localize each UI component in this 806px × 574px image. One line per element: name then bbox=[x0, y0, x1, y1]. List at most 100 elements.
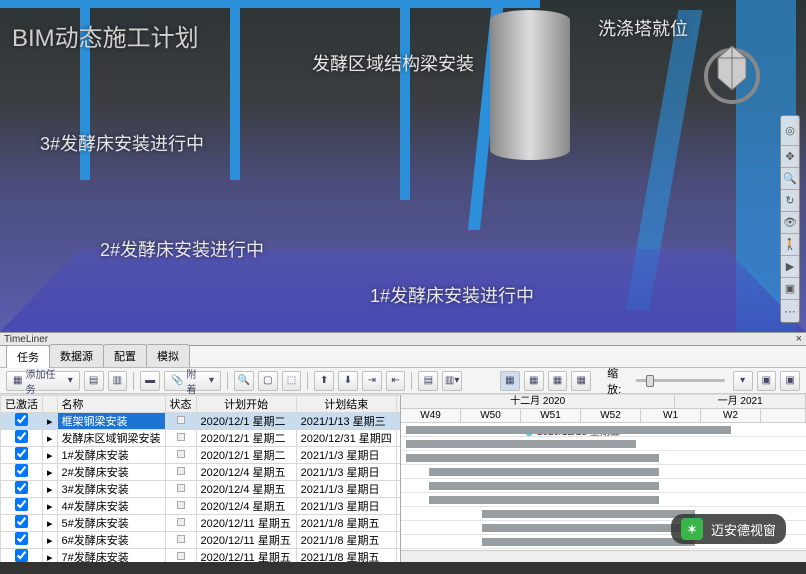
fly-button[interactable]: ▶ bbox=[781, 256, 799, 278]
gantt-week: W51 bbox=[521, 409, 581, 422]
table-row[interactable]: ▸5#发酵床安装2020/12/11 星期五2021/1/8 星期五不适用 bbox=[1, 515, 401, 532]
active-checkbox[interactable] bbox=[15, 430, 28, 443]
table-row[interactable]: ▸框架钢梁安装2020/12/1 星期二2021/1/13 星期三不适用 bbox=[1, 413, 401, 430]
label-bed3: 3#发酵床安装进行中 bbox=[40, 130, 204, 156]
label-bed1: 1#发酵床安装进行中 bbox=[370, 282, 534, 308]
gantt-row bbox=[401, 493, 806, 507]
table-row[interactable]: ▸7#发酵床安装2020/12/11 星期五2021/1/8 星期五不适用 bbox=[1, 549, 401, 563]
gantt-week: W50 bbox=[461, 409, 521, 422]
zoom-button[interactable]: 🔍 bbox=[781, 168, 799, 190]
active-checkbox[interactable] bbox=[15, 464, 28, 477]
export-button[interactable]: ▾ bbox=[733, 371, 753, 391]
active-checkbox[interactable] bbox=[15, 549, 28, 562]
gantt-row bbox=[401, 437, 806, 451]
wechat-icon: ✶ bbox=[681, 518, 703, 540]
task-grid[interactable]: 已激活 名称 状态 计划开始 计划结束 实际 ▸框架钢梁安装2020/12/1 … bbox=[0, 395, 400, 562]
tab-tasks[interactable]: 任务 bbox=[6, 345, 50, 368]
attach-button[interactable]: 📎 附着 ▾ bbox=[164, 371, 221, 391]
outdent-button[interactable]: ⇤ bbox=[386, 371, 406, 391]
gantt-week: W1 bbox=[641, 409, 701, 422]
task-name: 框架钢梁安装 bbox=[57, 413, 165, 430]
task-name: 1#发酵床安装 bbox=[57, 447, 165, 464]
table-row[interactable]: ▸1#发酵床安装2020/12/1 星期二2021/1/3 星期日不适用 bbox=[1, 447, 401, 464]
gantt-actual-button[interactable]: ▦ bbox=[548, 371, 568, 391]
table-row[interactable]: ▸6#发酵床安装2020/12/11 星期五2021/1/8 星期五不适用 bbox=[1, 532, 401, 549]
gantt-week: W52 bbox=[581, 409, 641, 422]
active-checkbox[interactable] bbox=[15, 515, 28, 528]
col-name: 名称 bbox=[57, 396, 165, 413]
steering-wheel-button[interactable]: ◎ bbox=[781, 116, 799, 146]
panel-title: TimeLiner bbox=[4, 334, 48, 345]
walk-button[interactable]: 🚶 bbox=[781, 234, 799, 256]
auto-add-button[interactable]: ▥ bbox=[108, 371, 128, 391]
add-task-button[interactable]: ▦ 添加任务 ▾ bbox=[6, 371, 80, 391]
table-row[interactable]: ▸3#发酵床安装2020/12/4 星期五2021/1/3 星期日不适用 bbox=[1, 481, 401, 498]
gantt-bar[interactable] bbox=[482, 524, 695, 532]
active-checkbox[interactable] bbox=[15, 498, 28, 511]
indent-button[interactable]: ⇥ bbox=[362, 371, 382, 391]
gantt-row bbox=[401, 479, 806, 493]
delete-task-button[interactable]: ▬ bbox=[140, 371, 160, 391]
task-name: 6#发酵床安装 bbox=[57, 532, 165, 549]
active-checkbox[interactable] bbox=[15, 447, 28, 460]
gantt-week: W49 bbox=[401, 409, 461, 422]
filter-button[interactable]: ▤ bbox=[418, 371, 438, 391]
gantt-month: 十二月 2020 bbox=[401, 395, 675, 408]
clear-attach-button[interactable]: ▢ bbox=[258, 371, 278, 391]
table-row[interactable]: ▸2#发酵床安装2020/12/4 星期五2021/1/3 星期日不适用 bbox=[1, 464, 401, 481]
tab-simulate[interactable]: 模拟 bbox=[146, 344, 190, 367]
gantt-month: 一月 2021 bbox=[675, 395, 806, 408]
gantt-both-button[interactable]: ▦ bbox=[571, 371, 591, 391]
gantt-bar[interactable] bbox=[429, 496, 659, 504]
insert-task-button[interactable]: ▤ bbox=[84, 371, 104, 391]
columns-button[interactable]: ▥▾ bbox=[442, 371, 462, 391]
close-icon[interactable]: × bbox=[796, 333, 802, 345]
col-end: 计划结束 bbox=[296, 396, 396, 413]
table-row[interactable]: ▸4#发酵床安装2020/12/4 星期五2021/1/3 星期日不适用 bbox=[1, 498, 401, 515]
import-button[interactable]: ▣ bbox=[757, 371, 777, 391]
gantt-hscroll[interactable] bbox=[401, 550, 806, 562]
nav-tool-strip: ◎ ✥ 🔍 ↻ 👁 🚶 ▶ ▣ ⋯ bbox=[780, 115, 800, 323]
task-name: 发酵床区域钢梁安装 bbox=[57, 430, 165, 447]
move-up-button[interactable]: ⬆ bbox=[314, 371, 334, 391]
task-name: 2#发酵床安装 bbox=[57, 464, 165, 481]
gantt-bar[interactable] bbox=[482, 510, 695, 518]
gantt-show-button[interactable]: ▦ bbox=[500, 371, 520, 391]
task-name: 5#发酵床安装 bbox=[57, 515, 165, 532]
more-button[interactable]: ⋯ bbox=[781, 300, 799, 322]
tab-config[interactable]: 配置 bbox=[103, 344, 147, 367]
gantt-bar[interactable] bbox=[429, 468, 659, 476]
task-name: 7#发酵床安装 bbox=[57, 549, 165, 563]
pan-button[interactable]: ✥ bbox=[781, 146, 799, 168]
gantt-row bbox=[401, 451, 806, 465]
rules-button[interactable]: ⬚ bbox=[282, 371, 302, 391]
active-checkbox[interactable] bbox=[15, 413, 28, 426]
gantt-week: W2 bbox=[701, 409, 761, 422]
orbit-button[interactable]: ↻ bbox=[781, 190, 799, 212]
settings-button[interactable]: ▣ bbox=[780, 371, 800, 391]
3d-viewport[interactable]: BIM动态施工计划 洗涤塔就位 发酵区域结构梁安装 3#发酵床安装进行中 2#发… bbox=[0, 0, 806, 332]
gantt-bar[interactable] bbox=[429, 482, 659, 490]
view-cube[interactable] bbox=[698, 36, 766, 104]
tab-datasources[interactable]: 数据源 bbox=[49, 344, 104, 367]
table-row[interactable]: ▸发酵床区域钢梁安装2020/12/1 星期二2020/12/31 星期四不适用 bbox=[1, 430, 401, 447]
zoom-control: 缩放: bbox=[607, 365, 725, 397]
move-down-button[interactable]: ⬇ bbox=[338, 371, 358, 391]
task-name: 3#发酵床安装 bbox=[57, 481, 165, 498]
zoom-slider[interactable] bbox=[636, 379, 725, 382]
active-checkbox[interactable] bbox=[15, 481, 28, 494]
find-items-button[interactable]: 🔍 bbox=[234, 371, 254, 391]
gantt-row bbox=[401, 423, 806, 437]
gantt-bar[interactable] bbox=[406, 454, 659, 462]
viewport-title: BIM动态施工计划 bbox=[12, 18, 199, 53]
gantt-bar[interactable] bbox=[406, 426, 731, 434]
label-tower: 洗涤塔就位 bbox=[598, 15, 688, 41]
gantt-planned-button[interactable]: ▦ bbox=[524, 371, 544, 391]
gantt-bar[interactable] bbox=[406, 440, 636, 448]
gantt-bar[interactable] bbox=[482, 538, 695, 546]
select-button[interactable]: ▣ bbox=[781, 278, 799, 300]
active-checkbox[interactable] bbox=[15, 532, 28, 545]
zoom-label: 缩放: bbox=[607, 365, 632, 397]
timeliner-toolbar: ▦ 添加任务 ▾ ▤ ▥ ▬ 📎 附着 ▾ 🔍 ▢ ⬚ ⬆ ⬇ ⇥ ⇤ ▤ ▥▾… bbox=[0, 368, 806, 394]
look-button[interactable]: 👁 bbox=[781, 212, 799, 234]
